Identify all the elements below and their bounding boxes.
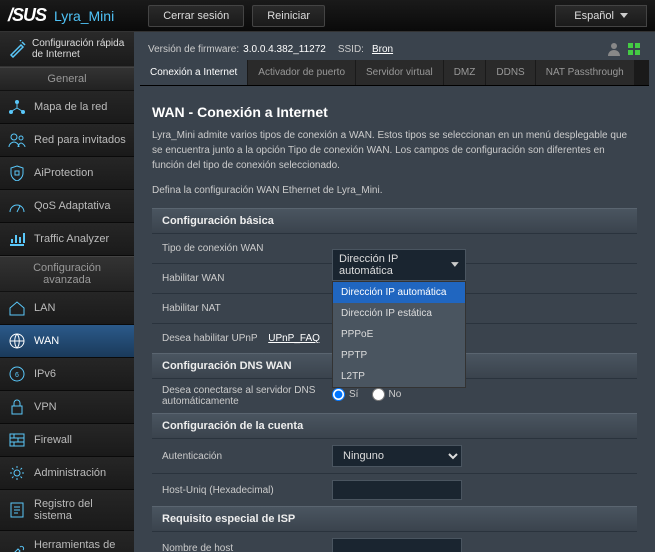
sidebar-item-vpn[interactable]: VPN	[0, 391, 134, 424]
label-enable-wan: Habilitar WAN	[162, 273, 332, 284]
page-title: WAN - Conexión a Internet	[152, 104, 637, 120]
label-wan-type: Tipo de conexión WAN	[162, 243, 332, 254]
label-auth: Autenticación	[162, 451, 332, 462]
sidebar-item-aiprotection[interactable]: AiProtection	[0, 157, 134, 190]
sidebar-item-network-tools[interactable]: Herramientas de red	[0, 531, 134, 552]
wan-option-pptp[interactable]: PPTP	[333, 345, 465, 366]
section-isp: Requisito especial de ISP	[152, 506, 637, 531]
label-enable-nat: Habilitar NAT	[162, 303, 332, 314]
ipv6-icon: 6	[8, 366, 26, 382]
shield-icon	[8, 165, 26, 181]
firmware-version: 3.0.0.4.382_11272	[243, 44, 326, 55]
label-hostuniq: Host-Uniq (Hexadecimal)	[162, 485, 332, 496]
wan-option-pppoe[interactable]: PPPoE	[333, 324, 465, 345]
gauge-icon	[8, 198, 26, 214]
dns-yes-radio[interactable]: Sí	[332, 388, 358, 401]
brand-logo: /SUS	[8, 5, 46, 26]
label-upnp: Desea habilitar UPnP UPnP_FAQ	[162, 333, 332, 344]
home-icon	[8, 300, 26, 316]
sidebar-item-qos[interactable]: QoS Adaptativa	[0, 190, 134, 223]
reboot-button[interactable]: Reiniciar	[252, 5, 325, 27]
language-select[interactable]: Español	[555, 5, 647, 27]
tab-nat-passthrough[interactable]: NAT Passthrough	[536, 60, 635, 85]
auth-select[interactable]: Ninguno	[332, 445, 462, 467]
sidebar-item-ipv6[interactable]: 6 IPv6	[0, 358, 134, 391]
wan-option-static-ip[interactable]: Dirección IP estática	[333, 303, 465, 324]
sidebar-item-firewall[interactable]: Firewall	[0, 424, 134, 457]
sidebar: Configuración rápida de Internet General…	[0, 32, 134, 552]
model-name: Lyra_Mini	[54, 8, 114, 24]
hostname-input[interactable]	[332, 538, 462, 552]
sidebar-item-system-log[interactable]: Registro del sistema	[0, 490, 134, 531]
lock-icon	[8, 399, 26, 415]
sidebar-item-traffic-analyzer[interactable]: Traffic Analyzer	[0, 223, 134, 256]
sidebar-header-general: General	[0, 67, 134, 91]
tab-bar: Conexión a Internet Activador de puerto …	[140, 60, 649, 86]
wand-icon	[8, 40, 26, 58]
globe-icon	[8, 333, 26, 349]
sidebar-item-administration[interactable]: Administración	[0, 457, 134, 490]
wan-type-select[interactable]: Dirección IP automática Dirección IP aut…	[332, 249, 466, 388]
tab-dmz[interactable]: DMZ	[444, 60, 487, 85]
user-icon[interactable]	[607, 42, 621, 56]
guest-icon	[8, 132, 26, 148]
log-icon	[8, 502, 26, 518]
upnp-faq-link[interactable]: UPnP_FAQ	[268, 333, 320, 344]
section-basic: Configuración básica	[152, 208, 637, 233]
chevron-down-icon	[620, 13, 628, 18]
firewall-icon	[8, 432, 26, 448]
wan-option-auto-ip[interactable]: Dirección IP automática	[333, 282, 465, 303]
wan-type-options: Dirección IP automática Dirección IP est…	[332, 281, 466, 388]
tab-ddns[interactable]: DDNS	[486, 60, 535, 85]
info-bar: Versión de firmware: 3.0.0.4.382_11272 S…	[140, 38, 649, 60]
hostuniq-input[interactable]	[332, 480, 462, 500]
label-hostname: Nombre de host	[162, 543, 332, 552]
wan-option-l2tp[interactable]: L2TP	[333, 366, 465, 387]
app-icon[interactable]	[627, 42, 641, 56]
section-account: Configuración de la cuenta	[152, 413, 637, 438]
tools-icon	[8, 543, 26, 552]
gear-icon	[8, 465, 26, 481]
page-description-2: Defina la configuración WAN Ethernet de …	[152, 183, 637, 198]
sidebar-header-advanced: Configuración avanzada	[0, 256, 134, 292]
logout-button[interactable]: Cerrar sesión	[148, 5, 244, 27]
top-bar: /SUS Lyra_Mini Cerrar sesión Reiniciar E…	[0, 0, 655, 32]
svg-text:6: 6	[15, 372, 19, 379]
dns-no-radio[interactable]: No	[372, 388, 402, 401]
tab-port-trigger[interactable]: Activador de puerto	[248, 60, 356, 85]
tab-virtual-server[interactable]: Servidor virtual	[356, 60, 444, 85]
main-content: Versión de firmware: 3.0.0.4.382_11272 S…	[134, 32, 655, 552]
page-description: Lyra_Mini admite varios tipos de conexió…	[152, 128, 637, 173]
label-auto-dns: Desea conectarse al servidor DNS automát…	[162, 385, 332, 407]
quick-internet-setup[interactable]: Configuración rápida de Internet	[0, 32, 134, 67]
sidebar-item-network-map[interactable]: Mapa de la red	[0, 91, 134, 124]
sidebar-item-guest-network[interactable]: Red para invitados	[0, 124, 134, 157]
tab-internet-connection[interactable]: Conexión a Internet	[140, 60, 248, 85]
chevron-down-icon	[451, 262, 459, 267]
chart-icon	[8, 231, 26, 247]
sidebar-item-lan[interactable]: LAN	[0, 292, 134, 325]
network-icon	[8, 99, 26, 115]
sidebar-item-wan[interactable]: WAN	[0, 325, 134, 358]
ssid-value[interactable]: Bron	[372, 44, 393, 55]
